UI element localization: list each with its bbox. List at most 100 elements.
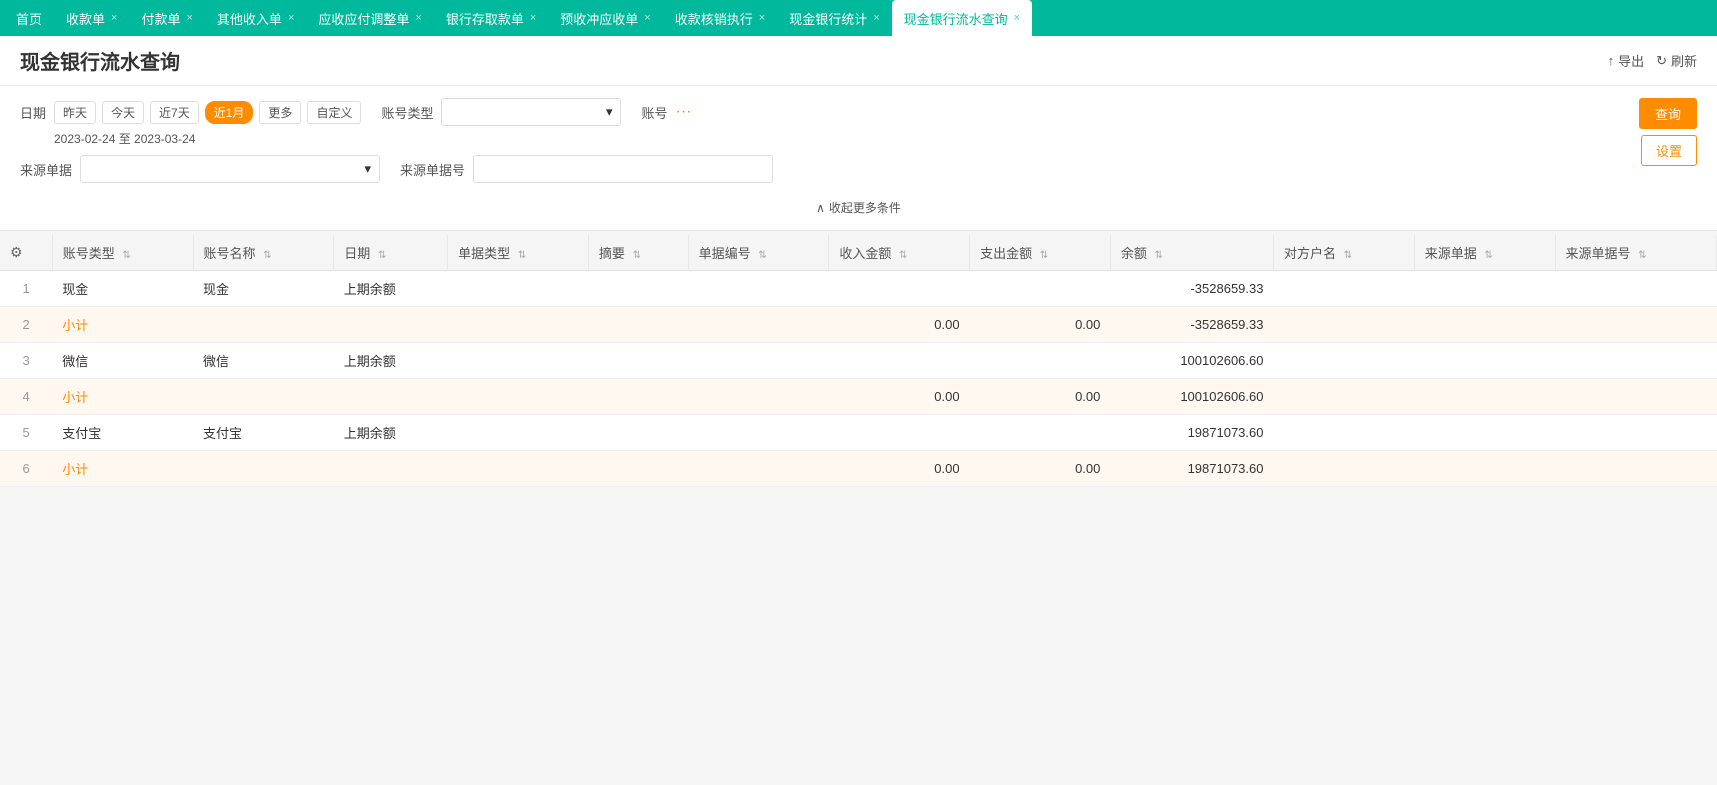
table-cell bbox=[448, 307, 589, 343]
table-cell: 现金 bbox=[193, 271, 334, 307]
date-btn-yesterday[interactable]: 昨天 bbox=[54, 101, 96, 124]
close-icon[interactable]: × bbox=[111, 12, 117, 24]
sort-icon: ⇅ bbox=[1484, 250, 1492, 261]
table-cell: 2 bbox=[0, 307, 52, 343]
col-doc-type[interactable]: 单据类型 ⇅ bbox=[448, 235, 589, 271]
gear-icon[interactable]: ⚙ bbox=[10, 244, 23, 261]
source-doc-no-input[interactable] bbox=[473, 155, 773, 183]
table-cell: 0.00 bbox=[829, 379, 970, 415]
account-type-filter: 账号类型 ▾ bbox=[381, 98, 621, 126]
table-cell bbox=[588, 415, 688, 451]
table-cell bbox=[448, 271, 589, 307]
nav-tab-现金银行流水查询[interactable]: 现金银行流水查询 × bbox=[892, 0, 1032, 36]
refresh-button[interactable]: ↻ 刷新 bbox=[1656, 51, 1697, 70]
table-cell bbox=[1414, 379, 1555, 415]
date-btn-more[interactable]: 更多 bbox=[259, 101, 301, 124]
table-cell bbox=[688, 451, 829, 487]
col-balance[interactable]: 余额 ⇅ bbox=[1110, 235, 1273, 271]
sort-icon: ⇅ bbox=[122, 250, 130, 261]
col-account-name[interactable]: 账号名称 ⇅ bbox=[193, 235, 334, 271]
close-icon[interactable]: × bbox=[1014, 12, 1020, 24]
source-doc-label: 来源单据 bbox=[20, 160, 72, 179]
date-btn-1month[interactable]: 近1月 bbox=[205, 101, 254, 124]
col-source-doc[interactable]: 来源单据 ⇅ bbox=[1414, 235, 1555, 271]
nav-tab-收款核销执行[interactable]: 收款核销执行 × bbox=[663, 0, 777, 36]
collapse-bar: ∧ 收起更多条件 bbox=[20, 193, 1697, 218]
table-row: 2小计0.000.00-3528659.33 bbox=[0, 307, 1717, 343]
nav-tab-现金银行统计[interactable]: 现金银行统计 × bbox=[777, 0, 891, 36]
close-icon[interactable]: × bbox=[873, 12, 879, 24]
filter-row-source: 来源单据 ▾ 来源单据号 bbox=[20, 155, 1639, 183]
collapse-button[interactable]: ∧ 收起更多条件 bbox=[816, 199, 901, 216]
close-icon[interactable]: × bbox=[186, 12, 192, 24]
account-type-select[interactable]: ▾ bbox=[441, 98, 621, 126]
nav-tab-收款单[interactable]: 收款单 × bbox=[54, 0, 129, 36]
nav-tab-应收应付调整单[interactable]: 应收应付调整单 × bbox=[306, 0, 433, 36]
close-icon[interactable]: × bbox=[759, 12, 765, 24]
table-cell bbox=[588, 307, 688, 343]
nav-tab-预收冲应收单[interactable]: 预收冲应收单 × bbox=[548, 0, 662, 36]
col-income[interactable]: 收入金额 ⇅ bbox=[829, 235, 970, 271]
table-cell: 1 bbox=[0, 271, 52, 307]
table-cell: 0.00 bbox=[829, 307, 970, 343]
sort-icon: ⇅ bbox=[1155, 250, 1163, 261]
col-account-type[interactable]: 账号类型 ⇅ bbox=[52, 235, 193, 271]
table-cell: 5 bbox=[0, 415, 52, 451]
data-table: ⚙ 账号类型 ⇅ 账号名称 ⇅ 日期 ⇅ 单据类型 ⇅ bbox=[0, 235, 1717, 487]
source-doc-select[interactable]: ▾ bbox=[80, 155, 380, 183]
table-cell bbox=[588, 343, 688, 379]
nav-tab-其他收入单[interactable]: 其他收入单 × bbox=[205, 0, 306, 36]
settings-button[interactable]: 设置 bbox=[1641, 135, 1697, 166]
account-label: 账号 bbox=[641, 103, 667, 122]
table-cell: 19871073.60 bbox=[1110, 451, 1273, 487]
table-cell bbox=[193, 451, 334, 487]
table-cell bbox=[1273, 415, 1414, 451]
close-icon[interactable]: × bbox=[644, 12, 650, 24]
table-body: 1现金现金上期余额-3528659.332小计0.000.00-3528659.… bbox=[0, 271, 1717, 487]
chevron-up-icon: ∧ bbox=[816, 201, 825, 215]
close-icon[interactable]: × bbox=[288, 12, 294, 24]
table-cell bbox=[588, 379, 688, 415]
export-icon: ↑ bbox=[1608, 53, 1615, 68]
table-cell: 100102606.60 bbox=[1110, 379, 1273, 415]
table-cell bbox=[688, 379, 829, 415]
account-dots-button[interactable]: ··· bbox=[675, 103, 691, 121]
table-cell bbox=[334, 379, 448, 415]
col-doc-no[interactable]: 单据编号 ⇅ bbox=[688, 235, 829, 271]
table-cell bbox=[829, 271, 970, 307]
table-cell: 19871073.60 bbox=[1110, 415, 1273, 451]
nav-home[interactable]: 首页 bbox=[4, 0, 54, 36]
table-cell: 上期余额 bbox=[334, 271, 448, 307]
table-cell bbox=[1273, 307, 1414, 343]
date-btn-7days[interactable]: 近7天 bbox=[150, 101, 199, 124]
table-cell: 支付宝 bbox=[52, 415, 193, 451]
table-cell: 微信 bbox=[52, 343, 193, 379]
export-button[interactable]: ↑ 导出 bbox=[1608, 51, 1645, 70]
col-gear[interactable]: ⚙ bbox=[0, 235, 52, 271]
header-actions: ↑ 导出 ↻ 刷新 bbox=[1608, 51, 1697, 70]
col-counterpart[interactable]: 对方户名 ⇅ bbox=[1273, 235, 1414, 271]
table-cell bbox=[448, 343, 589, 379]
table-cell bbox=[829, 343, 970, 379]
nav-tab-银行存取款单[interactable]: 银行存取款单 × bbox=[434, 0, 548, 36]
close-icon[interactable]: × bbox=[530, 12, 536, 24]
source-doc-filter: 来源单据 ▾ bbox=[20, 155, 380, 183]
date-filter: 日期 昨天 今天 近7天 近1月 更多 自定义 bbox=[20, 101, 361, 124]
col-summary[interactable]: 摘要 ⇅ bbox=[588, 235, 688, 271]
col-date[interactable]: 日期 ⇅ bbox=[334, 235, 448, 271]
date-btn-custom[interactable]: 自定义 bbox=[307, 101, 361, 124]
table-cell bbox=[1414, 415, 1555, 451]
nav-tab-付款单[interactable]: 付款单 × bbox=[129, 0, 204, 36]
date-label: 日期 bbox=[20, 103, 46, 122]
sort-icon: ⇅ bbox=[378, 250, 386, 261]
table-container: ⚙ 账号类型 ⇅ 账号名称 ⇅ 日期 ⇅ 单据类型 ⇅ bbox=[0, 235, 1717, 487]
sort-icon: ⇅ bbox=[518, 250, 526, 261]
table-cell: 小计 bbox=[52, 307, 193, 343]
query-button[interactable]: 查询 bbox=[1639, 98, 1697, 129]
table-cell: 支付宝 bbox=[193, 415, 334, 451]
col-source-doc-no[interactable]: 来源单据号 ⇅ bbox=[1555, 235, 1716, 271]
col-expense[interactable]: 支出金额 ⇅ bbox=[970, 235, 1111, 271]
date-btn-today[interactable]: 今天 bbox=[102, 101, 144, 124]
table-cell bbox=[1555, 379, 1716, 415]
close-icon[interactable]: × bbox=[415, 12, 421, 24]
